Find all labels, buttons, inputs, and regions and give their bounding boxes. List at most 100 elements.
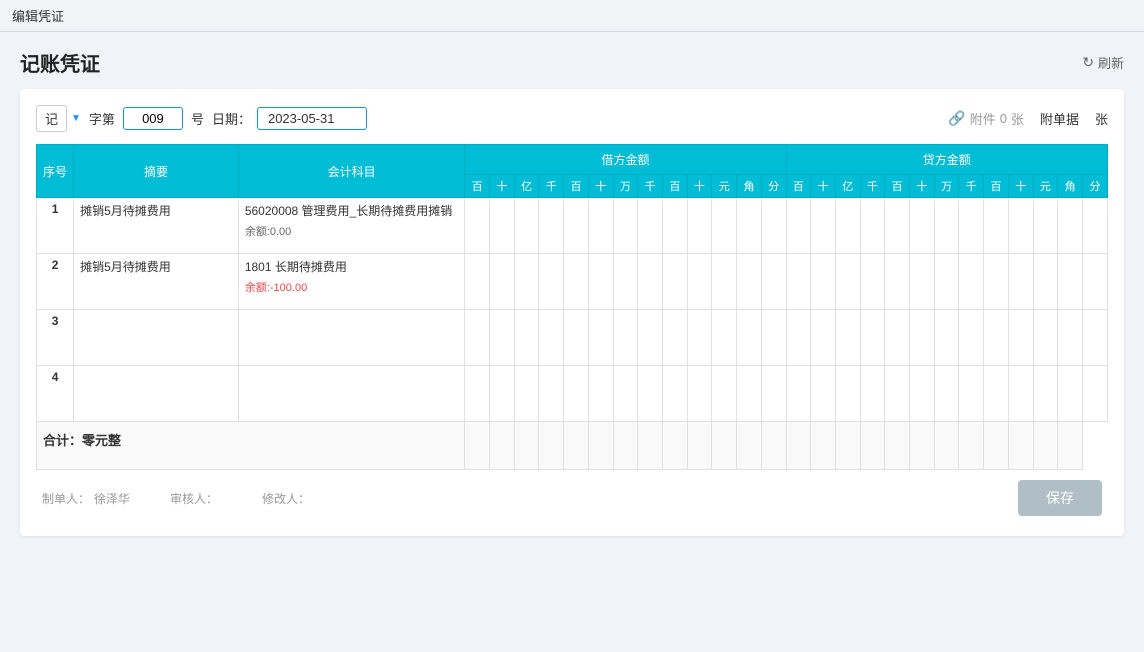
debit-digit-12[interactable] xyxy=(761,310,786,366)
debit-digit-6[interactable] xyxy=(613,198,638,254)
credit-digit-6[interactable] xyxy=(934,254,959,310)
row-account[interactable] xyxy=(238,366,465,422)
debit-digit-1[interactable] xyxy=(490,254,515,310)
debit-digit-3[interactable] xyxy=(539,366,564,422)
credit-digit-9[interactable] xyxy=(1008,254,1033,310)
save-button[interactable]: 保存 xyxy=(1018,480,1102,516)
credit-digit-8[interactable] xyxy=(984,310,1009,366)
credit-digit-1[interactable] xyxy=(811,254,836,310)
debit-digit-7[interactable] xyxy=(638,254,663,310)
credit-digit-9[interactable] xyxy=(1008,198,1033,254)
debit-digit-10[interactable] xyxy=(712,198,737,254)
debit-digit-10[interactable] xyxy=(712,310,737,366)
debit-digit-5[interactable] xyxy=(588,198,613,254)
debit-digit-11[interactable] xyxy=(737,198,762,254)
credit-digit-12[interactable] xyxy=(1082,310,1107,366)
credit-digit-11[interactable] xyxy=(1058,254,1083,310)
debit-digit-9[interactable] xyxy=(687,310,712,366)
credit-digit-2[interactable] xyxy=(835,254,860,310)
credit-digit-5[interactable] xyxy=(910,310,935,366)
debit-digit-0[interactable] xyxy=(465,254,490,310)
debit-digit-11[interactable] xyxy=(737,254,762,310)
credit-digit-0[interactable] xyxy=(786,254,811,310)
debit-digit-12[interactable] xyxy=(761,198,786,254)
credit-digit-10[interactable] xyxy=(1033,254,1058,310)
credit-digit-10[interactable] xyxy=(1033,366,1058,422)
row-account[interactable]: 1801 长期待摊费用余额:-100.00 xyxy=(238,254,465,310)
debit-digit-8[interactable] xyxy=(663,366,688,422)
row-summary[interactable] xyxy=(74,366,239,422)
debit-digit-9[interactable] xyxy=(687,366,712,422)
debit-digit-2[interactable] xyxy=(514,198,539,254)
debit-digit-6[interactable] xyxy=(613,366,638,422)
debit-digit-8[interactable] xyxy=(663,198,688,254)
credit-digit-3[interactable] xyxy=(860,310,885,366)
debit-digit-6[interactable] xyxy=(613,254,638,310)
credit-digit-0[interactable] xyxy=(786,366,811,422)
credit-digit-6[interactable] xyxy=(934,310,959,366)
credit-digit-3[interactable] xyxy=(860,198,885,254)
credit-digit-8[interactable] xyxy=(984,366,1009,422)
debit-digit-10[interactable] xyxy=(712,366,737,422)
credit-digit-10[interactable] xyxy=(1033,310,1058,366)
credit-digit-7[interactable] xyxy=(959,310,984,366)
credit-digit-4[interactable] xyxy=(885,366,910,422)
credit-digit-9[interactable] xyxy=(1008,366,1033,422)
credit-digit-2[interactable] xyxy=(835,366,860,422)
debit-digit-9[interactable] xyxy=(687,254,712,310)
debit-digit-4[interactable] xyxy=(564,198,589,254)
credit-digit-0[interactable] xyxy=(786,198,811,254)
credit-digit-3[interactable] xyxy=(860,254,885,310)
credit-digit-0[interactable] xyxy=(786,310,811,366)
credit-digit-3[interactable] xyxy=(860,366,885,422)
credit-digit-4[interactable] xyxy=(885,310,910,366)
credit-digit-4[interactable] xyxy=(885,198,910,254)
row-account[interactable]: 56020008 管理费用_长期待摊费用摊销余额:0.00 xyxy=(238,198,465,254)
debit-digit-3[interactable] xyxy=(539,198,564,254)
debit-digit-9[interactable] xyxy=(687,198,712,254)
date-input[interactable] xyxy=(257,107,367,130)
debit-digit-4[interactable] xyxy=(564,254,589,310)
row-account[interactable] xyxy=(238,310,465,366)
debit-digit-3[interactable] xyxy=(539,254,564,310)
voucher-number-input[interactable] xyxy=(123,107,183,130)
credit-digit-6[interactable] xyxy=(934,366,959,422)
debit-digit-6[interactable] xyxy=(613,310,638,366)
credit-digit-11[interactable] xyxy=(1058,310,1083,366)
debit-digit-11[interactable] xyxy=(737,310,762,366)
row-summary[interactable] xyxy=(74,310,239,366)
debit-digit-3[interactable] xyxy=(539,310,564,366)
debit-digit-12[interactable] xyxy=(761,254,786,310)
debit-digit-8[interactable] xyxy=(663,310,688,366)
credit-digit-12[interactable] xyxy=(1082,366,1107,422)
refresh-button[interactable]: ↻ 刷新 xyxy=(1082,53,1124,72)
debit-digit-0[interactable] xyxy=(465,310,490,366)
debit-digit-4[interactable] xyxy=(564,366,589,422)
debit-digit-2[interactable] xyxy=(514,254,539,310)
credit-digit-11[interactable] xyxy=(1058,198,1083,254)
credit-digit-7[interactable] xyxy=(959,198,984,254)
debit-digit-5[interactable] xyxy=(588,254,613,310)
debit-digit-11[interactable] xyxy=(737,366,762,422)
credit-digit-5[interactable] xyxy=(910,198,935,254)
debit-digit-7[interactable] xyxy=(638,310,663,366)
credit-digit-1[interactable] xyxy=(811,366,836,422)
credit-digit-1[interactable] xyxy=(811,198,836,254)
credit-digit-7[interactable] xyxy=(959,254,984,310)
credit-digit-8[interactable] xyxy=(984,198,1009,254)
credit-digit-5[interactable] xyxy=(910,254,935,310)
credit-digit-2[interactable] xyxy=(835,310,860,366)
debit-digit-4[interactable] xyxy=(564,310,589,366)
credit-digit-5[interactable] xyxy=(910,366,935,422)
debit-digit-10[interactable] xyxy=(712,254,737,310)
debit-digit-7[interactable] xyxy=(638,198,663,254)
debit-digit-1[interactable] xyxy=(490,198,515,254)
debit-digit-0[interactable] xyxy=(465,198,490,254)
credit-digit-12[interactable] xyxy=(1082,198,1107,254)
debit-digit-12[interactable] xyxy=(761,366,786,422)
credit-digit-12[interactable] xyxy=(1082,254,1107,310)
credit-digit-4[interactable] xyxy=(885,254,910,310)
debit-digit-2[interactable] xyxy=(514,366,539,422)
debit-digit-5[interactable] xyxy=(588,366,613,422)
attach-single-doc[interactable]: 附单据 xyxy=(1040,109,1079,128)
